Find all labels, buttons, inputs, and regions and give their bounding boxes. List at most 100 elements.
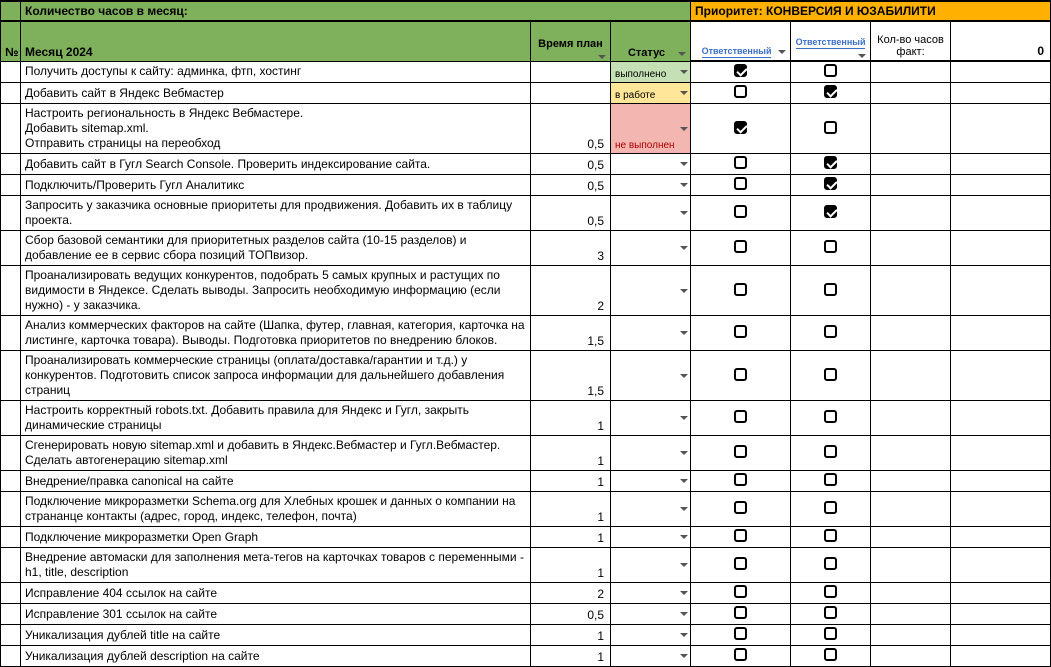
checkbox[interactable] [824, 648, 837, 661]
status-cell[interactable]: выполнено [611, 61, 691, 83]
resp2-checkbox-cell[interactable] [791, 401, 871, 436]
time-plan-cell[interactable]: 0,5 [531, 175, 611, 196]
resp1-checkbox-cell[interactable] [691, 436, 791, 471]
resp1-checkbox-cell[interactable] [691, 316, 791, 351]
resp2-checkbox-cell[interactable] [791, 548, 871, 583]
checkbox[interactable] [734, 156, 747, 169]
resp2-checkbox-cell[interactable] [791, 266, 871, 316]
checkbox[interactable] [824, 368, 837, 381]
resp1-checkbox-cell[interactable] [691, 351, 791, 401]
row-num-cell[interactable] [1, 471, 21, 492]
resp1-checkbox-cell[interactable] [691, 196, 791, 231]
trailing-cell[interactable] [951, 61, 1051, 83]
status-cell[interactable] [611, 436, 691, 471]
row-num-cell[interactable] [1, 316, 21, 351]
checkbox[interactable] [824, 501, 837, 514]
checkbox[interactable] [824, 64, 837, 77]
resp1-checkbox-cell[interactable] [691, 548, 791, 583]
task-cell[interactable]: Настроить региональность в Яндекс Вебмас… [21, 104, 531, 154]
checkbox[interactable] [734, 205, 747, 218]
chevron-down-icon[interactable] [598, 55, 606, 59]
checkbox[interactable] [734, 283, 747, 296]
row-num-cell[interactable] [1, 646, 21, 667]
hours-fact-cell[interactable] [871, 436, 951, 471]
row-num-cell[interactable] [1, 351, 21, 401]
status-cell[interactable] [611, 351, 691, 401]
status-cell[interactable] [611, 492, 691, 527]
task-cell[interactable]: Анализ коммерческих факторов на сайте (Ш… [21, 316, 531, 351]
resp1-checkbox-cell[interactable] [691, 61, 791, 83]
resp2-checkbox-cell[interactable] [791, 527, 871, 548]
chevron-down-icon[interactable] [680, 563, 688, 567]
status-cell[interactable]: не выполнен [611, 104, 691, 154]
chevron-down-icon[interactable] [680, 211, 688, 215]
resp1-checkbox-cell[interactable] [691, 83, 791, 104]
row-num-cell[interactable] [1, 175, 21, 196]
checkbox[interactable] [824, 205, 837, 218]
task-cell[interactable]: Внедрение автомаски для заполнения мета-… [21, 548, 531, 583]
hours-fact-cell[interactable] [871, 625, 951, 646]
chevron-down-icon[interactable] [680, 451, 688, 455]
checkbox[interactable] [824, 85, 837, 98]
trailing-cell[interactable] [951, 196, 1051, 231]
trailing-cell[interactable] [951, 436, 1051, 471]
resp1-checkbox-cell[interactable] [691, 175, 791, 196]
time-plan-cell[interactable]: 1 [531, 492, 611, 527]
chevron-down-icon[interactable] [680, 507, 688, 511]
checkbox[interactable] [734, 585, 747, 598]
checkbox[interactable] [824, 177, 837, 190]
resp1-checkbox-cell[interactable] [691, 583, 791, 604]
checkbox[interactable] [824, 445, 837, 458]
chevron-down-icon[interactable] [680, 246, 688, 250]
hours-fact-cell[interactable] [871, 266, 951, 316]
trailing-cell[interactable] [951, 266, 1051, 316]
col-header-resp1[interactable]: Ответственный [691, 21, 791, 61]
task-cell[interactable]: Настроить корректный robots.txt. Добавит… [21, 401, 531, 436]
col-header-time-plan[interactable]: Время план [531, 21, 611, 61]
row-num-cell[interactable] [1, 231, 21, 266]
chevron-down-icon[interactable] [680, 479, 688, 483]
time-plan-cell[interactable]: 3 [531, 231, 611, 266]
status-cell[interactable] [611, 231, 691, 266]
status-cell[interactable] [611, 604, 691, 625]
resp2-checkbox-cell[interactable] [791, 316, 871, 351]
status-cell[interactable] [611, 401, 691, 436]
checkbox[interactable] [824, 473, 837, 486]
resp1-checkbox-cell[interactable] [691, 266, 791, 316]
col-header-status[interactable]: Статус [611, 21, 691, 61]
resp2-checkbox-cell[interactable] [791, 583, 871, 604]
task-cell[interactable]: Запросить у заказчика основные приоритет… [21, 196, 531, 231]
time-plan-cell[interactable]: 1,5 [531, 316, 611, 351]
trailing-cell[interactable] [951, 83, 1051, 104]
checkbox[interactable] [734, 64, 747, 77]
time-plan-cell[interactable]: 0,5 [531, 196, 611, 231]
row-num-cell[interactable] [1, 527, 21, 548]
status-cell[interactable] [611, 527, 691, 548]
resp1-checkbox-cell[interactable] [691, 492, 791, 527]
status-cell[interactable] [611, 548, 691, 583]
task-cell[interactable]: Исправление 301 ссылок на сайте [21, 604, 531, 625]
chevron-down-icon[interactable] [858, 54, 866, 58]
trailing-cell[interactable] [951, 154, 1051, 175]
resp2-checkbox-cell[interactable] [791, 175, 871, 196]
chevron-down-icon[interactable] [680, 535, 688, 539]
chevron-down-icon[interactable] [680, 612, 688, 616]
row-num-cell[interactable] [1, 83, 21, 104]
time-plan-cell[interactable]: 0,5 [531, 154, 611, 175]
hours-fact-cell[interactable] [871, 471, 951, 492]
hours-fact-cell[interactable] [871, 196, 951, 231]
checkbox[interactable] [824, 627, 837, 640]
checkbox[interactable] [734, 410, 747, 423]
row-num-cell[interactable] [1, 436, 21, 471]
row-num-cell[interactable] [1, 401, 21, 436]
time-plan-cell[interactable]: 1 [531, 548, 611, 583]
checkbox[interactable] [824, 606, 837, 619]
resp1-checkbox-cell[interactable] [691, 231, 791, 266]
hours-fact-cell[interactable] [871, 231, 951, 266]
resp2-checkbox-cell[interactable] [791, 61, 871, 83]
row-num-cell[interactable] [1, 583, 21, 604]
resp2-checkbox-cell[interactable] [791, 492, 871, 527]
chevron-down-icon[interactable] [678, 52, 686, 56]
checkbox[interactable] [824, 529, 837, 542]
checkbox[interactable] [734, 177, 747, 190]
